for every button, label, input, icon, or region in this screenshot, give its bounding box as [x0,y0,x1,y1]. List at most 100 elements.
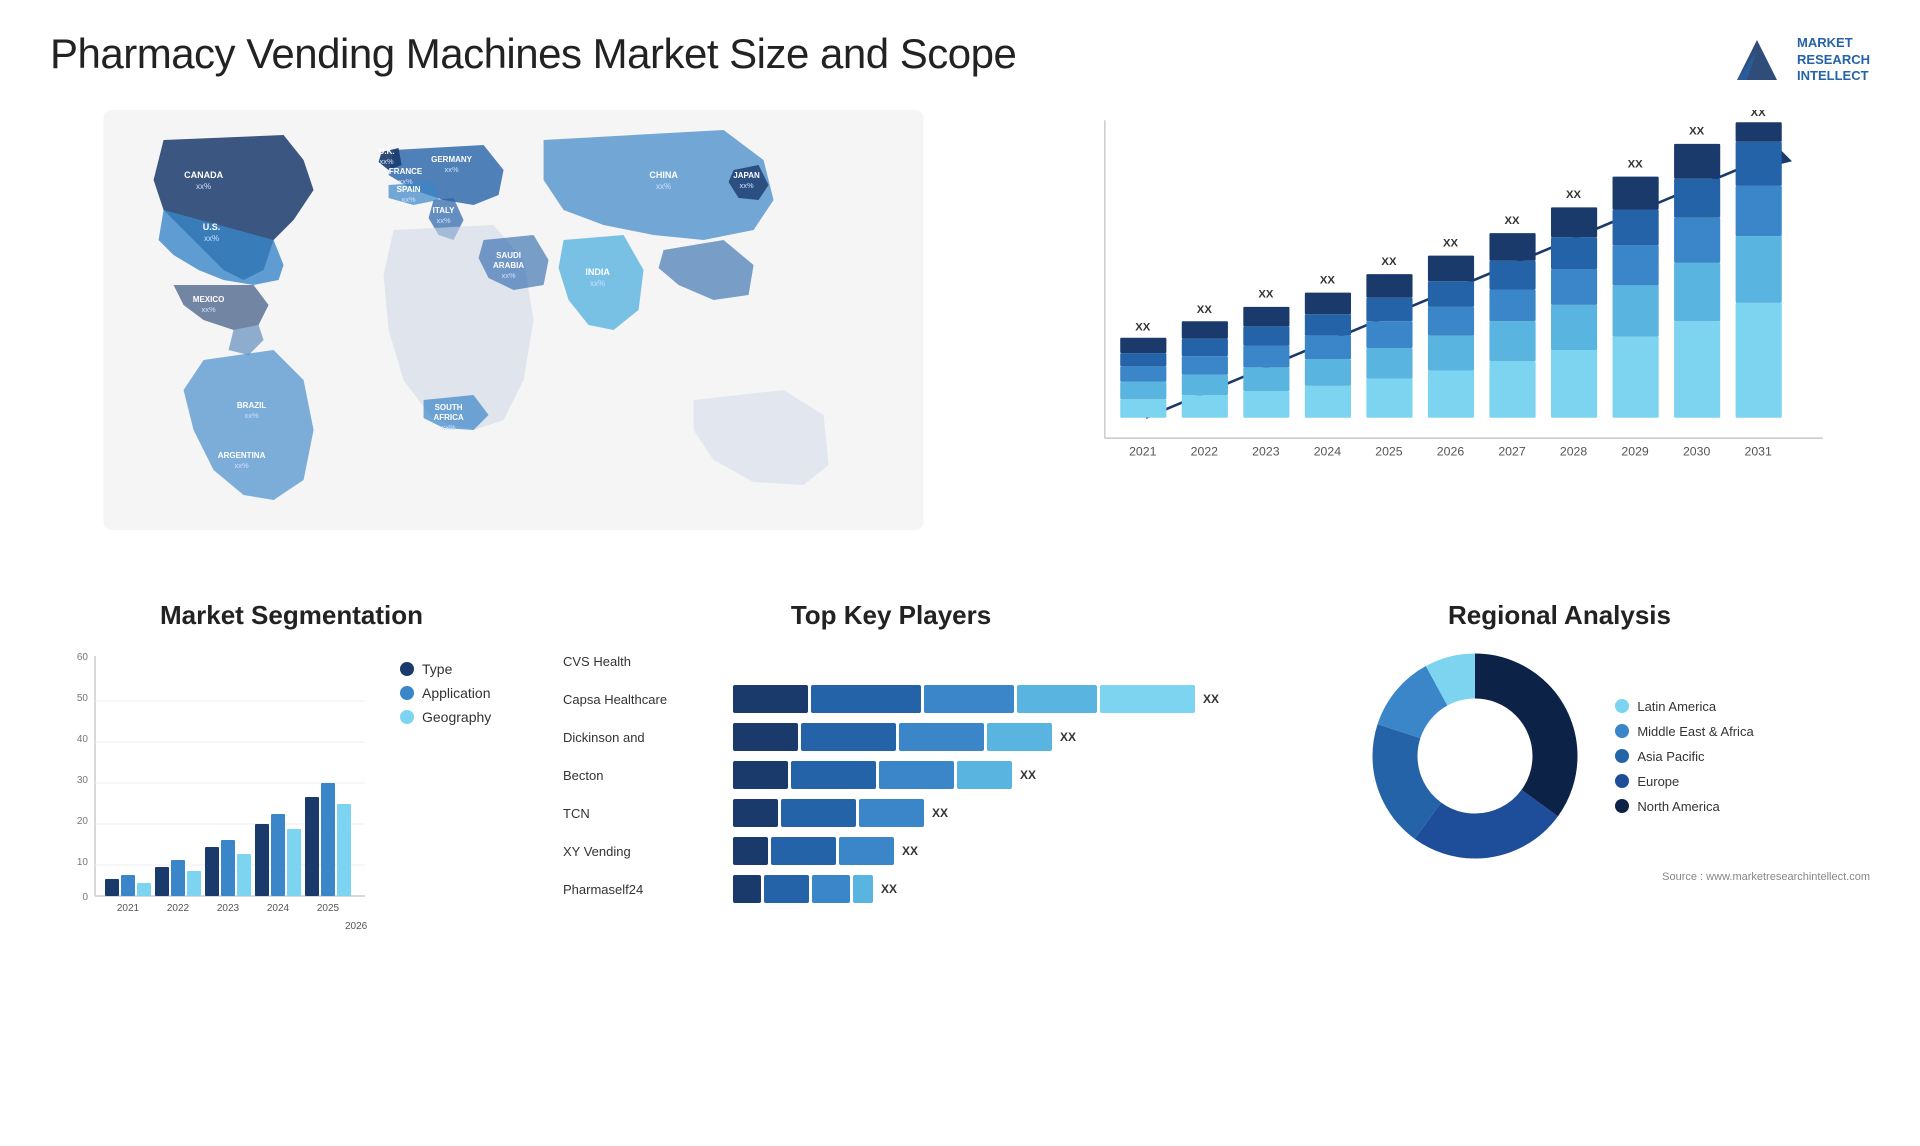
bar-chart-container: XX XX XX [1007,110,1870,570]
svg-text:xx%: xx% [201,305,216,314]
player-value-dickinson: XX [1060,730,1076,744]
bottom-section: Market Segmentation 60 50 40 30 20 10 0 [50,600,1870,1000]
map-container: CANADA xx% U.S. xx% MEXICO xx% BRAZIL xx… [50,110,977,570]
legend-mea-label: Middle East & Africa [1637,724,1753,739]
player-bar-pharma: XX [733,874,1219,904]
legend-europe-label: Europe [1637,774,1679,789]
bar-seg-1 [733,685,808,713]
svg-text:XX: XX [1197,304,1213,316]
svg-text:2027: 2027 [1498,445,1526,459]
seg-chart-svg: 60 50 40 30 20 10 0 [50,646,370,936]
regional-legend: Latin America Middle East & Africa Asia … [1615,699,1753,814]
player-row-xy: XY Vending XX [563,836,1219,866]
svg-text:XX: XX [1258,289,1274,301]
svg-text:30: 30 [77,775,89,786]
svg-text:2022: 2022 [167,903,190,914]
svg-text:XX: XX [1751,110,1767,119]
svg-text:CHINA: CHINA [649,170,678,180]
segmentation-section: Market Segmentation 60 50 40 30 20 10 0 [50,600,533,1000]
svg-text:AFRICA: AFRICA [433,413,463,422]
svg-text:XX: XX [1566,189,1582,201]
legend-geography: Geography [400,709,491,725]
bar-seg-2 [811,685,921,713]
legend-europe-dot [1615,774,1629,788]
svg-text:2025: 2025 [317,903,340,914]
bar-seg-1 [733,799,778,827]
svg-text:2021: 2021 [117,903,140,914]
player-value-tcn: XX [932,806,948,820]
svg-text:60: 60 [77,652,89,663]
svg-text:xx%: xx% [196,182,211,191]
legend-geography-dot [400,710,414,724]
bar-seg-4 [1017,685,1097,713]
svg-text:2026: 2026 [1437,445,1465,459]
svg-text:FRANCE: FRANCE [389,167,423,176]
map-svg: CANADA xx% U.S. xx% MEXICO xx% BRAZIL xx… [50,110,977,530]
player-bar-dickinson: XX [733,722,1219,752]
svg-text:xx%: xx% [379,157,394,166]
player-value-capsa: XX [1203,692,1219,706]
svg-text:SAUDI: SAUDI [496,251,521,260]
svg-text:2025: 2025 [1375,445,1403,459]
player-row-pharma: Pharmaself24 XX [563,874,1219,904]
svg-text:2024: 2024 [267,903,290,914]
bar-seg-4 [853,875,873,903]
svg-text:2021: 2021 [1129,445,1157,459]
key-players-title: Top Key Players [563,600,1219,631]
player-bar-cvs [733,646,1219,676]
bar-seg-2 [791,761,876,789]
player-name-tcn: TCN [563,806,723,821]
svg-text:40: 40 [77,734,89,745]
bar-seg-1 [733,761,788,789]
regional-content: Latin America Middle East & Africa Asia … [1249,646,1870,866]
svg-text:xx%: xx% [234,461,249,470]
regional-title: Regional Analysis [1249,600,1870,631]
svg-text:xx%: xx% [590,279,605,288]
legend-mea: Middle East & Africa [1615,724,1753,739]
svg-text:xx%: xx% [656,182,671,191]
bar-seg-4 [957,761,1012,789]
legend-application-dot [400,686,414,700]
world-map: CANADA xx% U.S. xx% MEXICO xx% BRAZIL xx… [50,110,977,530]
svg-text:xx%: xx% [739,181,754,190]
logo-icon [1727,30,1787,90]
header: Pharmacy Vending Machines Market Size an… [50,30,1870,90]
player-bar-capsa: XX [733,684,1219,714]
svg-text:XX: XX [1443,237,1459,249]
page-title: Pharmacy Vending Machines Market Size an… [50,30,1016,78]
svg-text:XX: XX [1135,322,1151,334]
player-value-becton: XX [1020,768,1036,782]
bar-seg-3 [879,761,954,789]
legend-latin-label: Latin America [1637,699,1716,714]
svg-text:U.K.: U.K. [379,147,395,156]
segmentation-legend: Type Application Geography [400,661,491,725]
legend-asia-label: Asia Pacific [1637,749,1704,764]
bar-seg-1 [733,837,768,865]
legend-latin-dot [1615,699,1629,713]
bar-seg-2 [801,723,896,751]
svg-text:50: 50 [77,693,89,704]
bar-seg-2 [781,799,856,827]
svg-text:ARABIA: ARABIA [493,261,524,270]
bar-seg-3 [924,685,1014,713]
svg-text:2029: 2029 [1622,445,1650,459]
svg-text:2022: 2022 [1191,445,1219,459]
svg-text:INDIA: INDIA [585,267,610,277]
player-name-dickinson: Dickinson and [563,730,723,745]
bar-seg-5 [1100,685,1195,713]
legend-type: Type [400,661,491,677]
player-name-capsa: Capsa Healthcare [563,692,723,707]
player-name-pharma: Pharmaself24 [563,882,723,897]
bar-seg-3 [812,875,850,903]
bar-seg-4 [987,723,1052,751]
svg-text:2023: 2023 [1252,445,1280,459]
player-name-xy: XY Vending [563,844,723,859]
top-section: CANADA xx% U.S. xx% MEXICO xx% BRAZIL xx… [50,110,1870,570]
bar-seg-2 [764,875,809,903]
svg-text:JAPAN: JAPAN [733,171,760,180]
svg-text:0: 0 [82,892,88,903]
page: Pharmacy Vending Machines Market Size an… [0,0,1920,1146]
svg-text:xx%: xx% [444,165,459,174]
svg-text:20: 20 [77,816,89,827]
legend-na-dot [1615,799,1629,813]
